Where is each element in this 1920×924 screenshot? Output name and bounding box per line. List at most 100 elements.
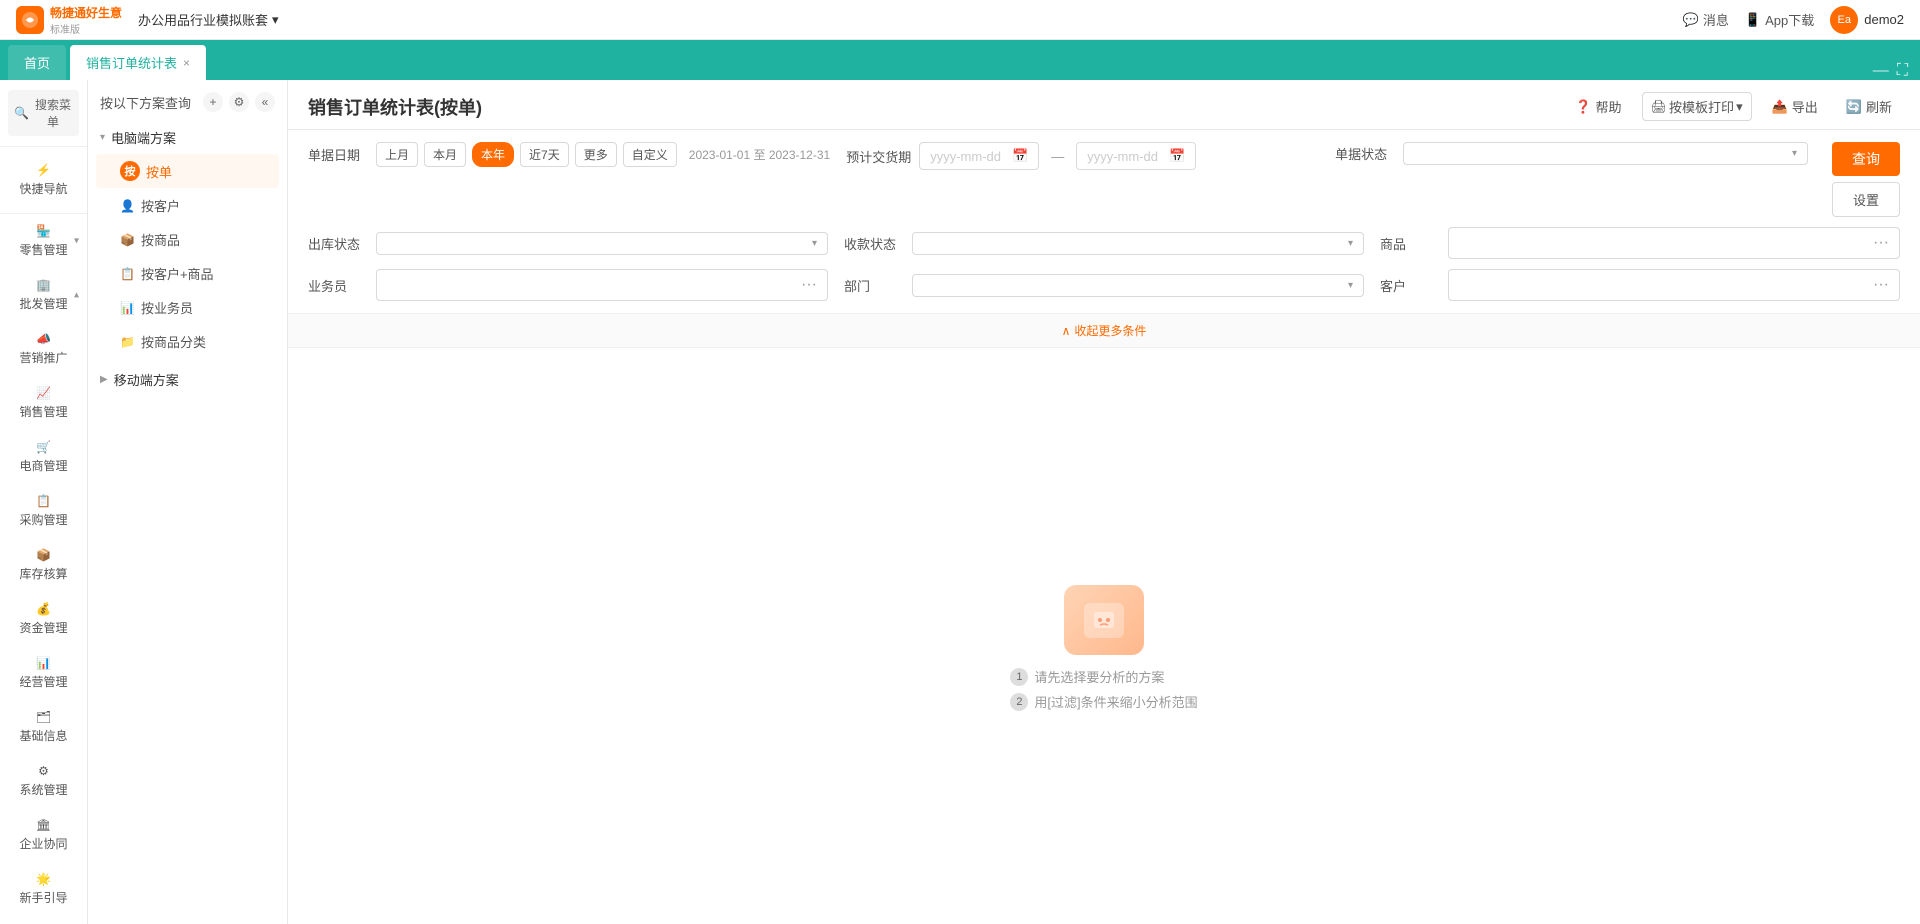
date-btn-custom[interactable]: 自定义 — [623, 142, 677, 167]
sidebar-item-newbie[interactable]: 🌟 新手引导 — [6, 864, 81, 914]
message-button[interactable]: 💬 消息 — [1683, 10, 1729, 29]
help-button[interactable]: ❓ 帮助 — [1567, 93, 1629, 120]
query-button[interactable]: 查询 — [1832, 142, 1900, 176]
logo-icon — [16, 6, 44, 34]
sidebar-wholesale-label: 批发管理 — [19, 295, 67, 312]
tab-maximize-btn[interactable]: ⛶ — [1897, 62, 1908, 80]
date-btn-last-7-days[interactable]: 近7天 — [520, 142, 569, 167]
tree-section-mobile-header[interactable]: ▶ 移动端方案 — [96, 364, 279, 395]
enterprise-icon: 🏛 — [36, 818, 51, 832]
customer-input[interactable]: ··· — [1448, 269, 1900, 301]
sidebar-item-quick-nav[interactable]: ⚡ 快捷导航 — [6, 155, 81, 205]
export-button[interactable]: 📤 导出 — [1764, 93, 1826, 120]
tree-item-by-product-category[interactable]: 📁 按商品分类 — [96, 325, 279, 358]
add-scheme-button[interactable]: + — [203, 92, 223, 112]
collapse-bar[interactable]: ∧ 收起更多条件 — [288, 314, 1920, 348]
print-button[interactable]: 🖨 按模板打印 ▾ — [1642, 92, 1752, 121]
sidebar-item-apps[interactable]: 🔲 应用中心 — [6, 918, 81, 924]
username-label: demo2 — [1864, 12, 1904, 27]
tree-item-by-customer-product[interactable]: 📋 按客户+商品 — [96, 257, 279, 290]
tab-minimize-btn[interactable]: — — [1873, 62, 1889, 80]
tree-item-by-order[interactable]: 按 按单 — [96, 154, 279, 188]
product-group: 商品 ··· — [1380, 227, 1900, 259]
wholesale-expand-icon: ▴ — [74, 290, 79, 301]
main-content: 销售订单统计表(按单) ❓ 帮助 🖨 按模板打印 ▾ 📤 — [288, 80, 1920, 924]
message-label: 消息 — [1703, 10, 1729, 29]
delivery-end-placeholder: yyyy-mm-dd — [1087, 149, 1158, 164]
hint-num-2: 2 — [1010, 693, 1028, 711]
tree-item-by-salesperson[interactable]: 📊 按业务员 — [96, 291, 279, 324]
department-select[interactable]: ▾ — [912, 274, 1364, 297]
wholesale-icon: 🏢 — [36, 278, 51, 292]
sidebar-item-purchase[interactable]: 📋 采购管理 — [6, 486, 81, 536]
status-select-arrow: ▾ — [1792, 148, 1797, 159]
sidebar-item-marketing[interactable]: 📣 营销推广 — [6, 324, 81, 374]
payment-status-select[interactable]: ▾ — [912, 232, 1364, 255]
page-header-row: 销售订单统计表(按单) ❓ 帮助 🖨 按模板打印 ▾ 📤 — [308, 92, 1900, 121]
tree-item-by-salesperson-label: 按业务员 — [141, 298, 193, 317]
marketing-icon: 📣 — [36, 332, 51, 346]
sidebar-item-operations[interactable]: 📊 经营管理 — [6, 648, 81, 698]
by-salesperson-icon: 📊 — [120, 301, 135, 315]
tab-home[interactable]: 首页 — [8, 45, 66, 80]
delivery-status-select[interactable]: ▾ — [376, 232, 828, 255]
date-btn-more[interactable]: 更多 — [575, 142, 617, 167]
status-select[interactable]: ▾ — [1403, 142, 1808, 165]
sidebar-item-enterprise[interactable]: 🏛 企业协同 — [6, 810, 81, 860]
date-btn-this-month[interactable]: 本月 — [424, 142, 466, 167]
by-product-category-icon: 📁 — [120, 335, 135, 349]
tree-section-pc-header[interactable]: ▾ 电脑端方案 — [96, 122, 279, 153]
sidebar-retail-label: 零售管理 — [19, 241, 67, 258]
date-btn-this-year[interactable]: 本年 — [472, 142, 514, 167]
tree-arrow-pc: ▾ — [100, 132, 105, 143]
salesperson-input[interactable]: ··· — [376, 269, 828, 301]
product-dots-icon[interactable]: ··· — [1873, 234, 1889, 252]
refresh-button[interactable]: 🔄 刷新 — [1838, 93, 1900, 120]
settings-scheme-button[interactable]: ⚙ — [229, 92, 249, 112]
sidebar-item-ecommerce[interactable]: 🛒 电商管理 — [6, 432, 81, 482]
tab-bar-right: — ⛶ — [1873, 62, 1920, 80]
expected-delivery-end-input[interactable]: yyyy-mm-dd 📅 — [1076, 142, 1196, 170]
content-area: 按以下方案查询 + ⚙ « ▾ 电脑端方案 按 按单 👤 — [88, 80, 1920, 924]
by-customer-product-icon: 📋 — [120, 267, 135, 281]
sidebar-item-system[interactable]: ⚙ 系统管理 — [6, 756, 81, 806]
customer-dots-icon[interactable]: ··· — [1873, 276, 1889, 294]
delivery-status-arrow: ▾ — [812, 238, 817, 249]
tree-arrow-mobile: ▶ — [100, 374, 108, 385]
customer-group: 客户 ··· — [1380, 269, 1900, 301]
date-filter-group: 单据日期 上月 本月 本年 近7天 更多 自定义 2023-01-01 至 20… — [308, 142, 830, 167]
tree-item-by-customer-product-label: 按客户+商品 — [141, 264, 214, 283]
empty-hint-list: 1 请先选择要分析的方案 2 用[过滤]条件来缩小分析范围 — [1010, 667, 1197, 717]
tree-item-by-customer[interactable]: 👤 按客户 — [96, 189, 279, 222]
workspace-selector[interactable]: 办公用品行业模拟账套 ▾ — [130, 6, 287, 33]
date-btn-last-month[interactable]: 上月 — [376, 142, 418, 167]
sidebar-item-finance[interactable]: 💰 资金管理 — [6, 594, 81, 644]
tree-item-by-product[interactable]: 📦 按商品 — [96, 223, 279, 256]
app-download-button[interactable]: 📱 App下载 — [1745, 10, 1814, 29]
tab-bar: 首页 销售订单统计表 × — ⛶ — [0, 40, 1920, 80]
retail-expand-icon: ▾ — [74, 236, 79, 247]
tab-active[interactable]: 销售订单统计表 × — [70, 45, 206, 80]
sidebar-search-btn[interactable]: 🔍 搜索菜单 — [8, 90, 79, 136]
user-profile-button[interactable]: Ea demo2 — [1830, 6, 1904, 34]
filter-row-3: 业务员 ··· 部门 ▾ 客户 — [308, 269, 1900, 301]
logo-text: 畅捷通好生意 标准版 — [50, 4, 122, 36]
sidebar-item-inventory[interactable]: 📦 库存核算 — [6, 540, 81, 590]
sidebar-newbie-label: 新手引导 — [19, 889, 67, 906]
sidebar-item-wholesale[interactable]: 🏢 批发管理 ▴ — [6, 270, 81, 320]
tab-close-icon[interactable]: × — [183, 56, 190, 70]
delivery-start-calendar-icon[interactable]: 📅 — [1012, 148, 1028, 164]
expected-delivery-start-input[interactable]: yyyy-mm-dd 📅 — [919, 142, 1039, 170]
collapse-panel-button[interactable]: « — [255, 92, 275, 112]
sidebar-item-sales[interactable]: 📈 销售管理 — [6, 378, 81, 428]
expected-delivery-group: 预计交货期 yyyy-mm-dd 📅 — yyyy-mm-dd 📅 — [846, 142, 1319, 170]
product-input[interactable]: ··· — [1448, 227, 1900, 259]
sidebar-item-retail[interactable]: 🏪 零售管理 ▾ — [6, 216, 81, 266]
export-icon: 📤 — [1772, 99, 1788, 115]
delivery-end-calendar-icon[interactable]: 📅 — [1169, 148, 1185, 164]
empty-icon-area — [1044, 555, 1164, 655]
sidebar-item-basics[interactable]: 🗂 基础信息 — [6, 702, 81, 752]
salesperson-dots-icon[interactable]: ··· — [801, 276, 817, 294]
tree-item-by-product-category-label: 按商品分类 — [141, 332, 206, 351]
setting-button[interactable]: 设置 — [1832, 182, 1900, 217]
